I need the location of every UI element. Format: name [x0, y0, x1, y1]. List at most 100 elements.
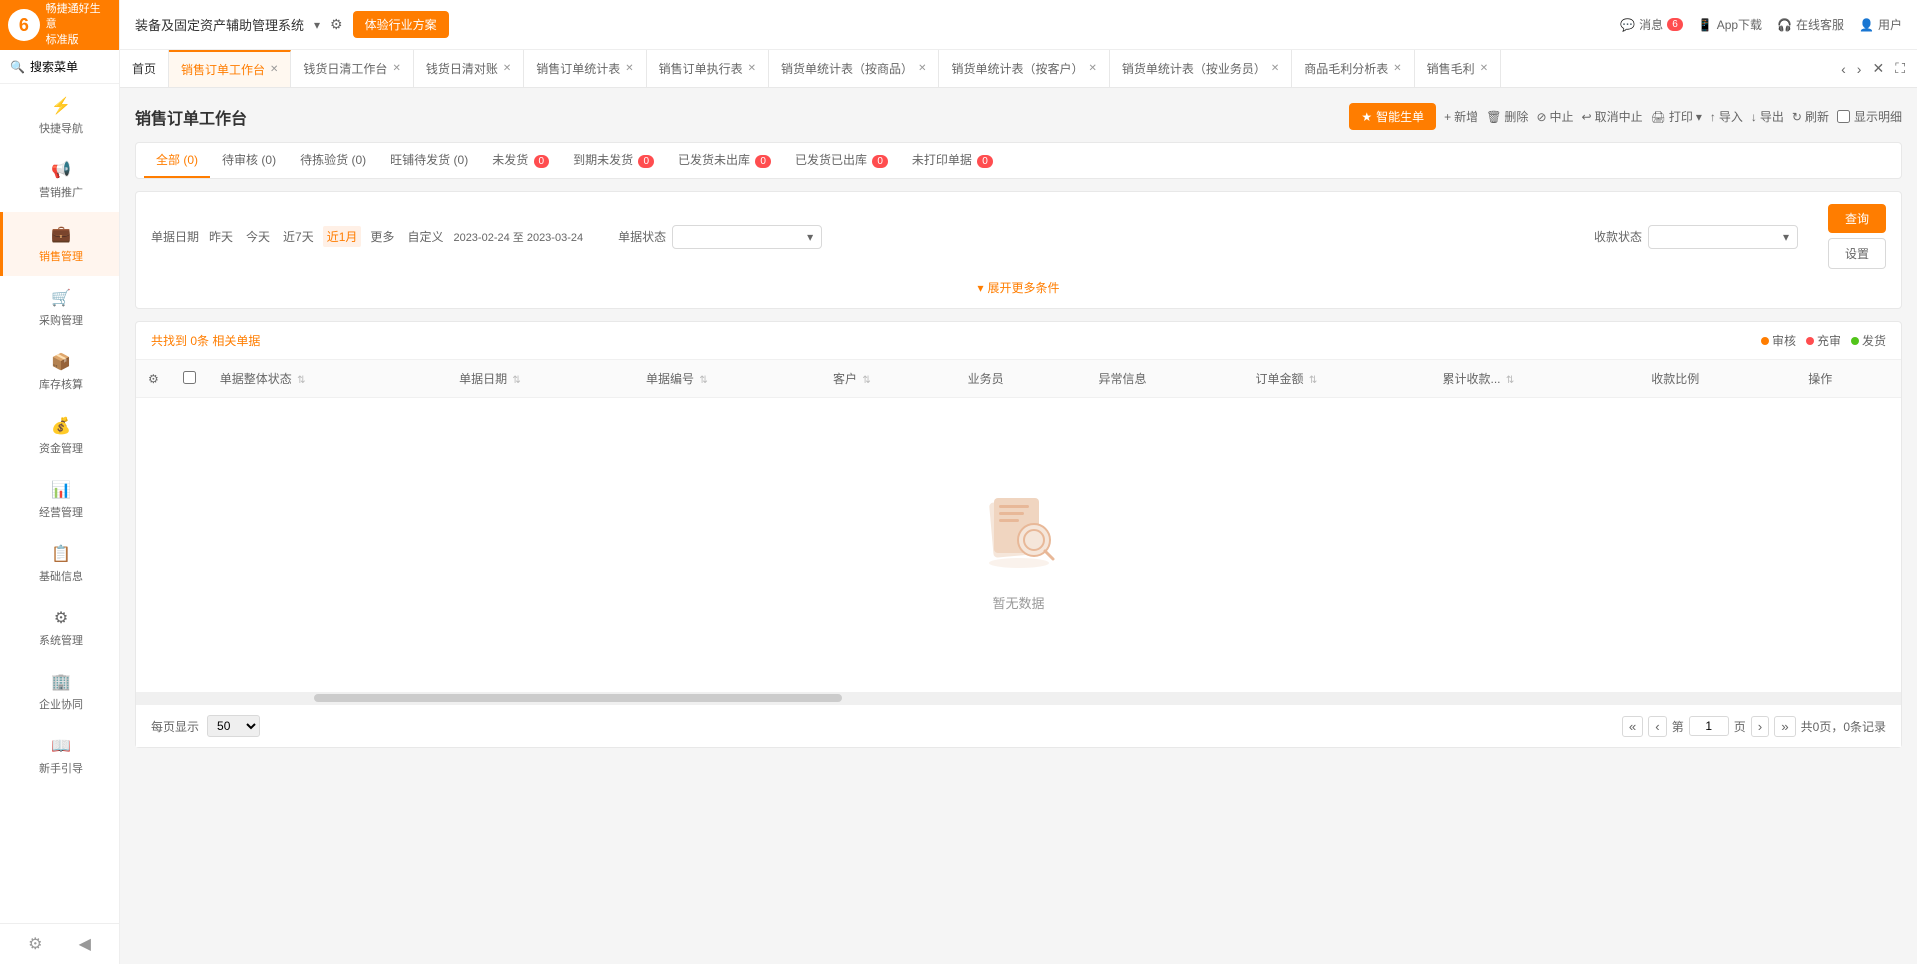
show-detail-checkbox[interactable]: 显示明细: [1837, 108, 1902, 125]
show-detail-input[interactable]: [1837, 110, 1850, 123]
header-settings-icon[interactable]: ⚙: [330, 16, 343, 33]
sort-status-icon[interactable]: ⇅: [297, 375, 305, 386]
tab-home[interactable]: 首页: [120, 50, 169, 87]
setting-btn[interactable]: 设置: [1828, 238, 1886, 269]
date-opt-7days[interactable]: 近7天: [279, 226, 318, 247]
sub-tab-shipped-out[interactable]: 已发货已出库 0: [783, 143, 900, 178]
tab-sales-workbench[interactable]: 销售订单工作台 ✕: [169, 50, 291, 87]
sort-customer-icon[interactable]: ⇅: [862, 375, 870, 386]
sidebar-item-finance[interactable]: 💰 资金管理: [0, 404, 119, 468]
print-btn[interactable]: 🖨 打印 ▾: [1651, 108, 1702, 125]
sidebar-item-quick-nav[interactable]: ⚡ 快捷导航: [0, 84, 119, 148]
col-number: 单据编号 ⇅: [634, 360, 821, 398]
app-download-item[interactable]: 📱 App下载: [1698, 16, 1762, 33]
tab-close-gross[interactable]: ✕: [1480, 63, 1488, 74]
ship-action[interactable]: 发货: [1851, 332, 1886, 349]
message-item[interactable]: 💬 消息 6: [1620, 16, 1683, 33]
user-item[interactable]: 👤 用户: [1859, 16, 1902, 33]
export-btn[interactable]: ↓ 导出: [1751, 108, 1784, 125]
tab-close-sales-stats[interactable]: ✕: [625, 63, 633, 74]
tab-margin[interactable]: 商品毛利分析表 ✕: [1292, 50, 1414, 87]
col-settings[interactable]: ⚙: [136, 360, 171, 398]
date-opt-yesterday[interactable]: 昨天: [205, 226, 237, 247]
query-btn[interactable]: 查询: [1828, 204, 1886, 233]
tab-prev-btn[interactable]: ‹: [1837, 59, 1850, 79]
tab-cash-reconcile[interactable]: 钱货日清对账 ✕: [414, 50, 524, 87]
add-btn[interactable]: + 新增: [1444, 108, 1478, 125]
delete-btn[interactable]: 🗑 删除: [1486, 108, 1528, 125]
date-opt-custom[interactable]: 自定义: [403, 226, 447, 247]
sub-tab-not-shipped[interactable]: 未发货 0: [480, 143, 561, 178]
collapse-icon[interactable]: ◀: [79, 934, 91, 954]
tab-close-customer[interactable]: ✕: [1088, 63, 1096, 74]
settings-gear-icon[interactable]: ⚙: [28, 934, 42, 954]
sidebar-item-operations[interactable]: 📊 经营管理: [0, 468, 119, 532]
date-opt-more[interactable]: 更多: [366, 226, 398, 247]
tab-next-btn[interactable]: ›: [1853, 59, 1866, 79]
first-page-btn[interactable]: «: [1622, 716, 1643, 737]
sub-tab-pending-check[interactable]: 待拣验货 (0): [288, 143, 378, 178]
refresh-btn[interactable]: ↻ 刷新: [1792, 108, 1829, 125]
tab-expand-btn[interactable]: ⛶: [1891, 58, 1909, 79]
dropdown-arrow-icon[interactable]: ▾: [314, 18, 320, 32]
sub-tab-overdue[interactable]: 到期未发货 0: [561, 143, 666, 178]
date-opt-today[interactable]: 今天: [242, 226, 274, 247]
expand-filter-btn[interactable]: ▾ 展开更多条件: [977, 274, 1059, 296]
page-input[interactable]: [1689, 716, 1729, 736]
prev-page-btn[interactable]: ‹: [1648, 716, 1666, 737]
tab-cash-daily[interactable]: 钱货日清工作台 ✕: [291, 50, 413, 87]
sidebar-item-enterprise[interactable]: 🏢 企业协同: [0, 660, 119, 724]
status-select[interactable]: ▾: [672, 225, 822, 249]
tab-sales-stats[interactable]: 销售订单统计表 ✕: [524, 50, 646, 87]
last-page-btn[interactable]: »: [1774, 716, 1795, 737]
review-action[interactable]: 审核: [1761, 332, 1796, 349]
tab-close-sales-workbench[interactable]: ✕: [270, 64, 278, 75]
tab-sales-stats-staff[interactable]: 销货单统计表（按业务员） ✕: [1110, 50, 1292, 87]
tab-close-all-btn[interactable]: ✕: [1868, 58, 1888, 79]
enterprise-label: 企业协同: [39, 696, 83, 712]
scrollbar-thumb[interactable]: [314, 694, 842, 702]
tab-close-product[interactable]: ✕: [918, 63, 926, 74]
date-opt-1month[interactable]: 近1月: [323, 226, 362, 247]
sub-tab-not-printed[interactable]: 未打印单据 0: [900, 143, 1005, 178]
tab-sales-stats-product[interactable]: 销货单统计表（按商品） ✕: [769, 50, 939, 87]
horizontal-scrollbar[interactable]: [136, 692, 1901, 704]
sort-collected-icon[interactable]: ⇅: [1506, 375, 1514, 386]
select-all-checkbox[interactable]: [183, 371, 196, 384]
sub-tab-shipped-not-out[interactable]: 已发货未出库 0: [666, 143, 783, 178]
tab-close-staff[interactable]: ✕: [1271, 63, 1279, 74]
search-menu[interactable]: 🔍 搜索菜单: [0, 50, 119, 84]
cancel-stop-btn[interactable]: ↩ 取消中止: [1582, 108, 1643, 125]
sort-date-icon[interactable]: ⇅: [512, 375, 520, 386]
sidebar-item-inventory[interactable]: 📦 库存核算: [0, 340, 119, 404]
online-service-item[interactable]: 🎧 在线客服: [1777, 16, 1844, 33]
tab-sales-exec[interactable]: 销售订单执行表 ✕: [647, 50, 769, 87]
tab-sales-stats-customer[interactable]: 销货单统计表（按客户） ✕: [939, 50, 1109, 87]
sidebar-item-sales[interactable]: 💼 销售管理: [0, 212, 119, 276]
sub-tab-pending-review[interactable]: 待审核 (0): [210, 143, 288, 178]
sidebar-item-system[interactable]: ⚙ 系统管理: [0, 596, 119, 660]
sidebar-item-purchase[interactable]: 🛒 采购管理: [0, 276, 119, 340]
sub-tab-wangpu[interactable]: 旺铺待发货 (0): [378, 143, 480, 178]
tab-close-margin[interactable]: ✕: [1393, 63, 1401, 74]
tab-close-cash-daily[interactable]: ✕: [392, 63, 400, 74]
tab-close-cash-reconcile[interactable]: ✕: [503, 63, 511, 74]
sort-amount-icon[interactable]: ⇅: [1309, 375, 1317, 386]
col-checkbox[interactable]: [171, 360, 208, 398]
next-page-btn[interactable]: ›: [1751, 716, 1769, 737]
payment-select[interactable]: ▾: [1648, 225, 1798, 249]
sidebar-item-marketing[interactable]: 📢 营销推广: [0, 148, 119, 212]
sidebar-item-basic-info[interactable]: 📋 基础信息: [0, 532, 119, 596]
tab-close-sales-exec[interactable]: ✕: [748, 63, 756, 74]
tab-gross[interactable]: 销售毛利 ✕: [1415, 50, 1501, 87]
import-btn[interactable]: ↑ 导入: [1710, 108, 1743, 125]
page-size-select[interactable]: 50 20 100: [207, 715, 260, 737]
sort-number-icon[interactable]: ⇅: [699, 375, 707, 386]
stop-btn[interactable]: ⊘ 中止: [1536, 108, 1573, 125]
experience-btn[interactable]: 体验行业方案: [353, 11, 449, 38]
unreview-action[interactable]: 充审: [1806, 332, 1841, 349]
col-operations: 操作: [1796, 360, 1901, 398]
sidebar-item-guide[interactable]: 📖 新手引导: [0, 724, 119, 788]
sub-tab-all[interactable]: 全部 (0): [144, 143, 210, 178]
smart-btn[interactable]: ★ 智能生单: [1349, 103, 1436, 130]
